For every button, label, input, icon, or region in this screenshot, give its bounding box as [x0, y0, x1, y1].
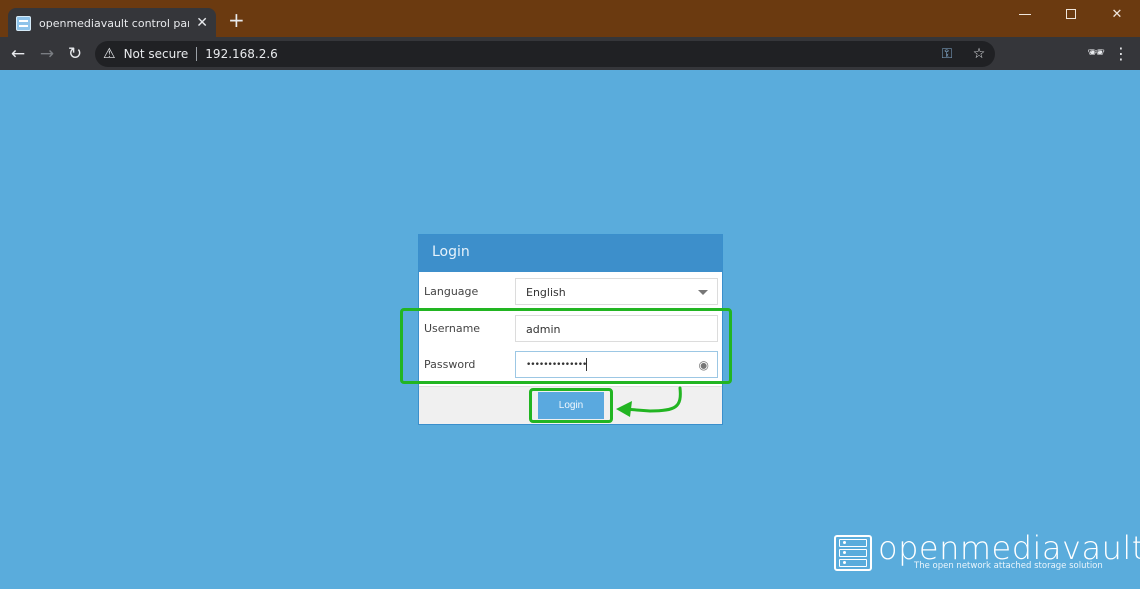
window-controls: ✕ [1002, 0, 1140, 30]
url-text[interactable]: 192.168.2.6 [205, 47, 278, 61]
reload-button[interactable]: ↻ [63, 42, 87, 66]
language-select[interactable]: English [515, 278, 718, 305]
forward-arrow-icon: → [39, 44, 55, 64]
maximize-button[interactable] [1048, 0, 1094, 28]
text-cursor [586, 357, 588, 371]
browser-titlebar: openmediavault control panel - ✕ + ✕ [0, 0, 1140, 38]
close-icon: ✕ [1111, 6, 1123, 22]
openmediavault-logo: openmediavault The open network attached… [834, 529, 1140, 578]
eye-icon[interactable]: ◉ [699, 358, 709, 372]
password-input[interactable]: •••••••••••••• ◉ [515, 351, 718, 378]
tab-close-icon[interactable]: ✕ [196, 15, 208, 31]
new-tab-button[interactable]: + [228, 10, 245, 30]
chevron-down-icon [698, 290, 708, 295]
address-bar[interactable]: ⚠ Not secure 192.168.2.6 ⚿ ☆ [95, 41, 995, 67]
language-label: Language [424, 285, 479, 298]
password-label: Password [424, 358, 476, 371]
key-icon[interactable]: ⚿ [931, 46, 963, 62]
back-button[interactable]: ← [6, 42, 30, 66]
security-indicator[interactable]: Not secure [124, 47, 189, 61]
favicon-icon [16, 15, 31, 31]
browser-toolbar: ← → ↻ ⚠ Not secure 192.168.2.6 ⚿ ☆ 🕶 ⋮ [0, 37, 1140, 70]
minimize-button[interactable] [1002, 0, 1048, 28]
forward-button[interactable]: → [35, 42, 59, 66]
reload-icon: ↻ [67, 44, 83, 64]
password-row: Password •••••••••••••• ◉ [419, 351, 722, 379]
warning-icon[interactable]: ⚠ [103, 46, 116, 62]
language-value: English [526, 286, 566, 299]
maximize-icon [1066, 9, 1076, 19]
panel-title: Login [419, 235, 722, 272]
login-panel: Login Language English Username admin Pa… [418, 234, 723, 425]
star-icon[interactable]: ☆ [963, 46, 995, 62]
login-button[interactable]: Login [538, 392, 604, 419]
brand-tagline: The open network attached storage soluti… [914, 561, 1103, 571]
panel-footer: Login [419, 386, 722, 424]
browser-tab[interactable]: openmediavault control panel - ✕ [8, 8, 216, 38]
username-value: admin [526, 323, 561, 336]
username-input[interactable]: admin [515, 315, 718, 342]
username-label: Username [424, 322, 481, 335]
minimize-icon [1019, 13, 1031, 15]
address-bar-actions: ⚿ ☆ [931, 41, 995, 67]
back-arrow-icon: ← [10, 44, 26, 64]
close-window-button[interactable]: ✕ [1094, 0, 1140, 28]
menu-icon[interactable]: ⋮ [1105, 44, 1137, 63]
username-row: Username admin [419, 315, 722, 343]
password-value: •••••••••••••• [526, 360, 587, 370]
divider [196, 47, 198, 61]
language-row: Language English [419, 278, 722, 306]
tab-title: openmediavault control panel - [39, 16, 189, 30]
server-icon [834, 535, 872, 571]
